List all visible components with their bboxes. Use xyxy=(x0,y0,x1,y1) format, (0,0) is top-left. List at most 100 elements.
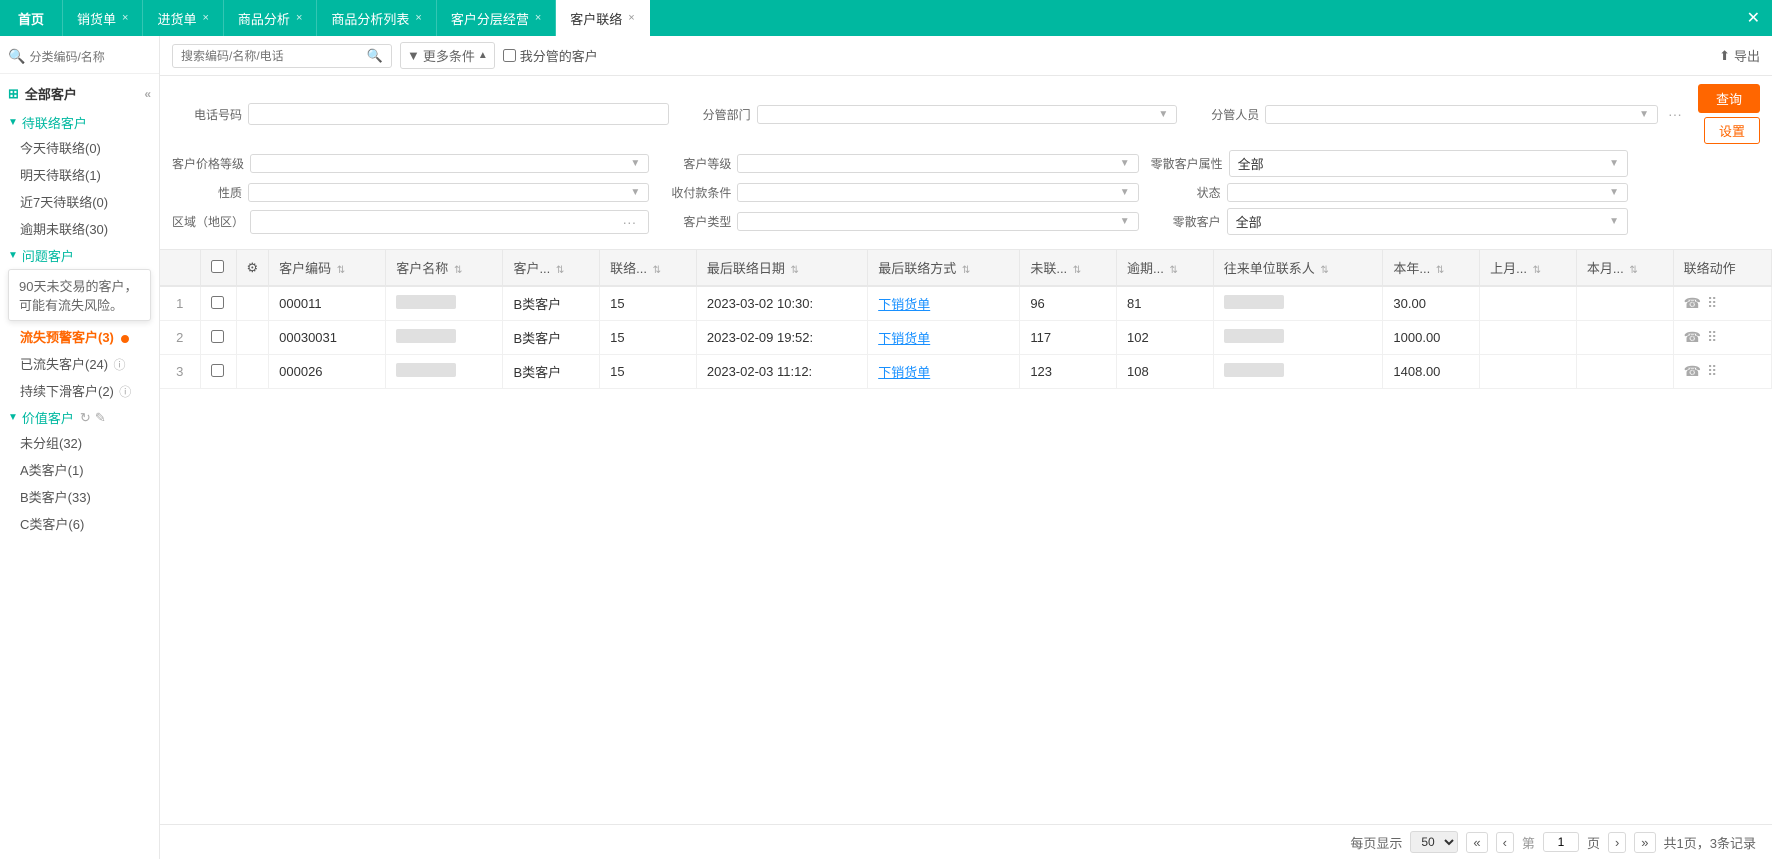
row-1-checkbox[interactable] xyxy=(211,296,224,309)
sidebar-group-value-customers[interactable]: ▼ 价值客户 ↻ ✎ xyxy=(0,404,159,429)
col-last-contact-method[interactable]: 最后联络方式 ⇅ xyxy=(868,250,1020,286)
manager-select[interactable]: ▼ xyxy=(1265,105,1658,124)
col-this-month[interactable]: 本月... ⇅ xyxy=(1576,250,1673,286)
row-2-settings-cell xyxy=(236,321,269,355)
row-3-more-icon[interactable]: ⠿ xyxy=(1707,363,1717,380)
phone-input[interactable] xyxy=(248,103,669,125)
tab-goods-analysis-close[interactable]: × xyxy=(296,12,302,24)
col-last-month[interactable]: 上月... ⇅ xyxy=(1480,250,1577,286)
retail-customer-select[interactable]: 全部 ▼ xyxy=(1227,208,1628,235)
row-3-num: 3 xyxy=(160,355,200,389)
sidebar-item-today[interactable]: 今天待联络(0) xyxy=(0,134,159,161)
sidebar-group-pending-contact[interactable]: ▼ 待联络客户 xyxy=(0,109,159,134)
tab-goods-analysis-list-close[interactable]: × xyxy=(415,12,421,24)
value-customers-refresh-icon[interactable]: ↻ xyxy=(80,410,91,426)
page-label-after: 页 xyxy=(1587,833,1600,852)
sidebar-item-class-b[interactable]: B类客户(33) xyxy=(0,483,159,510)
sidebar-item-week[interactable]: 近7天待联络(0) xyxy=(0,188,159,215)
row-1-contact-icon[interactable]: ☎ xyxy=(1684,295,1701,312)
sidebar-item-unsorted[interactable]: 未分组(32) xyxy=(0,429,159,456)
page-input[interactable] xyxy=(1543,832,1579,852)
value-customers-edit-icon[interactable]: ✎ xyxy=(95,410,106,426)
next-page-btn[interactable]: › xyxy=(1608,832,1626,853)
manager-more-icon[interactable]: ··· xyxy=(1664,106,1686,122)
row-2-more-icon[interactable]: ⠿ xyxy=(1707,329,1717,346)
sidebar-collapse-btn[interactable]: « xyxy=(144,87,151,101)
prev-page-btn[interactable]: ‹ xyxy=(1496,832,1514,853)
gender-select[interactable]: ▼ xyxy=(248,183,649,202)
sidebar-group-at-risk[interactable]: ▼ 问题客户 xyxy=(0,242,159,267)
payment-select[interactable]: ▼ xyxy=(737,183,1138,202)
sidebar-item-class-a[interactable]: A类客户(1) xyxy=(0,456,159,483)
tab-purchase[interactable]: 进货单 × xyxy=(143,0,223,36)
tab-purchase-close[interactable]: × xyxy=(202,12,208,24)
col-name[interactable]: 客户名称 ⇅ xyxy=(386,250,503,286)
content-area: 🔍 ▼ 更多条件 ▲ 我分管的客户 ⬆ 导出 电话号码 xyxy=(160,36,1772,859)
tab-customer-segment-close[interactable]: × xyxy=(535,12,541,24)
close-all-tabs[interactable]: ✕ xyxy=(1747,8,1772,28)
row-2-last-contact-method-link[interactable]: 下销货单 xyxy=(878,331,930,346)
export-btn[interactable]: ⬆ 导出 xyxy=(1719,46,1760,65)
col-this-year[interactable]: 本年... ⇅ xyxy=(1383,250,1480,286)
row-2-checkbox-cell xyxy=(200,321,236,355)
retail-attr-select[interactable]: 全部 ▼ xyxy=(1229,150,1628,177)
tab-customer-contact-close[interactable]: × xyxy=(628,12,634,24)
row-3-checkbox[interactable] xyxy=(211,364,224,377)
col-last-contact-date[interactable]: 最后联络日期 ⇅ xyxy=(696,250,867,286)
col-settings[interactable]: ⚙ xyxy=(236,250,269,286)
query-button[interactable]: 查询 xyxy=(1698,84,1760,113)
dept-select[interactable]: ▼ xyxy=(757,105,1178,124)
col-num xyxy=(160,250,200,286)
price-level-select[interactable]: ▼ xyxy=(250,154,649,173)
col-overdue[interactable]: 逾期... ⇅ xyxy=(1117,250,1214,286)
tab-customer-segment[interactable]: 客户分层经营 × xyxy=(437,0,556,36)
more-conditions-btn[interactable]: ▼ 更多条件 ▲ xyxy=(400,42,495,69)
last-page-btn[interactable]: » xyxy=(1634,832,1655,853)
row-2-unit-contact xyxy=(1213,321,1383,355)
tab-customer-contact[interactable]: 客户联络 × xyxy=(556,0,649,36)
col-code[interactable]: 客户编码 ⇅ xyxy=(269,250,386,286)
retail-attr-value: 全部 xyxy=(1238,154,1264,173)
tab-goods-analysis-list[interactable]: 商品分析列表 × xyxy=(317,0,436,36)
tab-customer-segment-label: 客户分层经营 xyxy=(451,9,529,28)
first-page-btn[interactable]: « xyxy=(1466,832,1487,853)
select-all-checkbox[interactable] xyxy=(211,260,224,273)
my-customers-checkbox[interactable] xyxy=(503,49,516,62)
sidebar-item-overdue[interactable]: 逾期未联络(30) xyxy=(0,215,159,242)
row-3-last-contact-method-link[interactable]: 下销货单 xyxy=(878,365,930,380)
setting-button[interactable]: 设置 xyxy=(1704,117,1760,144)
filter-search-input[interactable] xyxy=(181,49,363,63)
price-level-label: 客户价格等级 xyxy=(172,155,244,172)
tab-sales-close[interactable]: × xyxy=(122,12,128,24)
col-type[interactable]: 客户... ⇅ xyxy=(503,250,600,286)
row-1-more-icon[interactable]: ⠿ xyxy=(1707,295,1717,312)
already-lost-info-icon[interactable]: ⓘ xyxy=(113,358,125,372)
sidebar-item-at-risk-predicted[interactable]: 流失预警客户(3) xyxy=(0,323,159,350)
col-code-sort-icon: ⇅ xyxy=(337,265,345,276)
status-select[interactable]: ▼ xyxy=(1227,183,1628,202)
filter-search-icon[interactable]: 🔍 xyxy=(367,48,383,64)
tab-goods-analysis[interactable]: 商品分析 × xyxy=(224,0,317,36)
tab-sales[interactable]: 销货单 × xyxy=(63,0,143,36)
row-2-contact-icon[interactable]: ☎ xyxy=(1684,329,1701,346)
region-more-icon[interactable]: ··· xyxy=(618,214,640,230)
region-select[interactable]: ··· xyxy=(250,210,649,234)
row-3-contact-icon[interactable]: ☎ xyxy=(1684,363,1701,380)
sidebar-item-class-c[interactable]: C类客户(6) xyxy=(0,510,159,537)
customer-type-select[interactable]: ▼ xyxy=(737,212,1138,231)
page-size-select[interactable]: 50 xyxy=(1410,831,1458,853)
table-area: ⚙ 客户编码 ⇅ 客户名称 ⇅ 客户... ⇅ xyxy=(160,250,1772,824)
my-customers-checkbox-label[interactable]: 我分管的客户 xyxy=(503,46,598,65)
declining-info-icon[interactable]: ⓘ xyxy=(119,385,131,399)
sidebar-search-input[interactable] xyxy=(29,50,151,64)
sidebar-item-declining[interactable]: 持续下滑客户(2) ⓘ xyxy=(0,377,159,404)
customer-level-select[interactable]: ▼ xyxy=(737,154,1138,173)
row-2-checkbox[interactable] xyxy=(211,330,224,343)
col-uncontacted[interactable]: 未联... ⇅ xyxy=(1020,250,1117,286)
tab-home[interactable]: 首页 xyxy=(0,0,63,36)
sidebar-item-already-lost[interactable]: 已流失客户(24) ⓘ xyxy=(0,350,159,377)
sidebar-item-tomorrow[interactable]: 明天待联络(1) xyxy=(0,161,159,188)
row-1-last-contact-method-link[interactable]: 下销货单 xyxy=(878,297,930,312)
col-unit-contact[interactable]: 往来单位联系人 ⇅ xyxy=(1213,250,1383,286)
col-contact[interactable]: 联络... ⇅ xyxy=(600,250,697,286)
